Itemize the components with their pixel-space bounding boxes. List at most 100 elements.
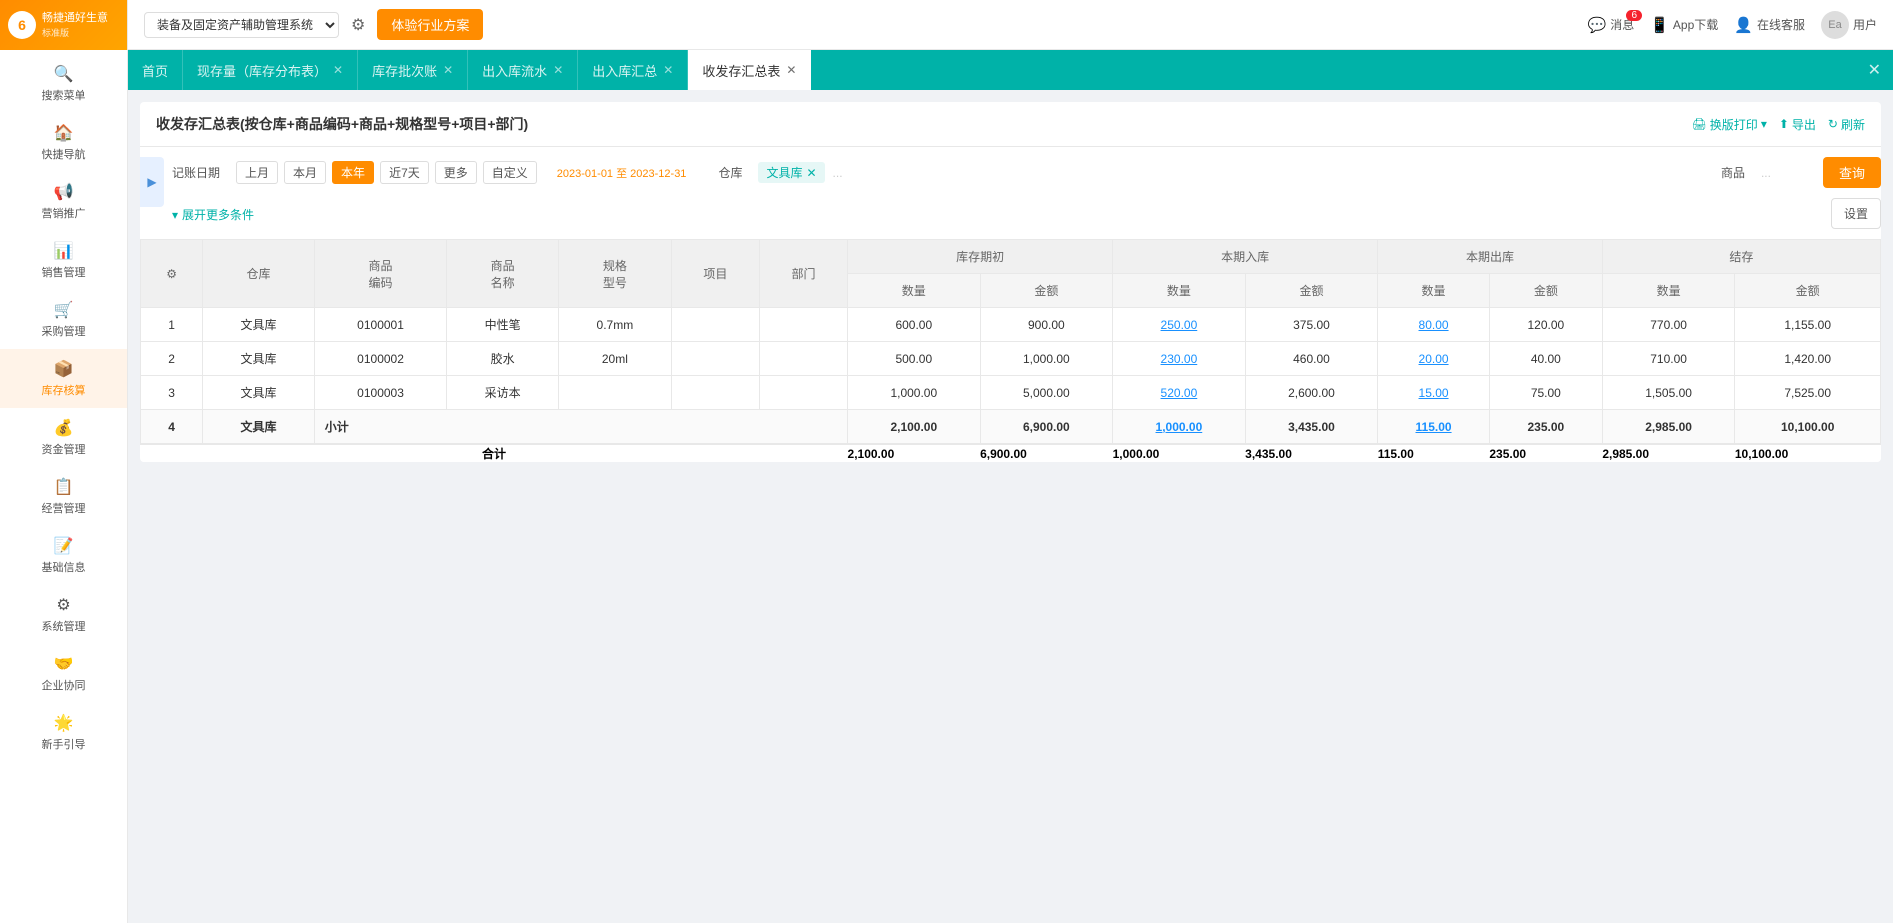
sidebar-item-cooperation[interactable]: 🤝企业协同 — [0, 644, 127, 703]
user-label: 用户 — [1853, 16, 1877, 33]
app-download-btn[interactable]: 📱 App下载 — [1650, 16, 1718, 34]
date-btn-更多[interactable]: 更多 — [435, 161, 477, 184]
tab-close-in-out-flow[interactable]: ✕ — [553, 63, 563, 77]
sidebar-item-finance[interactable]: 💰资金管理 — [0, 408, 127, 467]
cell-out-amt: 75.00 — [1489, 376, 1602, 410]
operations-icon: 📋 — [54, 477, 74, 497]
filter-container: ▶ 记账日期 上月本月本年近7天更多自定义 2023-01-01 至 2023-… — [140, 147, 1881, 239]
sidebar-item-purchase[interactable]: 🛒采购管理 — [0, 290, 127, 349]
cell-out-amt: 40.00 — [1489, 342, 1602, 376]
cell-close-amt: 1,420.00 — [1735, 342, 1881, 376]
settings-button[interactable]: 设置 — [1831, 198, 1881, 229]
col-outbound-header: 本期出库 — [1378, 240, 1603, 274]
col-out-qty-header: 数量 — [1378, 274, 1490, 308]
cell-close-amt: 7,525.00 — [1735, 376, 1881, 410]
query-button[interactable]: 查询 — [1823, 157, 1881, 188]
tab-close-recv-send-summary[interactable]: ✕ — [786, 63, 796, 77]
date-btn-本年[interactable]: 本年 — [332, 161, 374, 184]
cell-open-qty: 500.00 — [848, 342, 981, 376]
cell-dept — [759, 308, 847, 342]
col-close-qty-header: 数量 — [1602, 274, 1735, 308]
cell-goods-code: 0100001 — [314, 308, 447, 342]
date-btn-自定义[interactable]: 自定义 — [483, 161, 537, 184]
warehouse-tag-close[interactable]: ✕ — [806, 166, 816, 180]
sidebar-item-sales[interactable]: 📊销售管理 — [0, 231, 127, 290]
filter-row-1: 记账日期 上月本月本年近7天更多自定义 2023-01-01 至 2023-12… — [172, 157, 1881, 188]
user-menu[interactable]: Ea 用户 — [1821, 11, 1877, 39]
cell-warehouse: 文具库 — [203, 376, 315, 410]
cell-goods-name: 中性笔 — [447, 308, 559, 342]
cell-goods-code: 0100003 — [314, 376, 447, 410]
export-button[interactable]: ⬆ 导出 — [1779, 116, 1816, 133]
date-btn-上月[interactable]: 上月 — [236, 161, 278, 184]
chevron-down-icon: ▾ — [1761, 117, 1767, 131]
sidebar-item-quick-nav[interactable]: 🏠快捷导航 — [0, 113, 127, 172]
date-btn-本月[interactable]: 本月 — [284, 161, 326, 184]
sidebar-logo: 6 畅捷通好生意 标准版 — [0, 0, 127, 50]
tab-inventory-dist[interactable]: 现存量（库存分布表）✕ — [183, 50, 358, 90]
refresh-icon: ↻ — [1828, 117, 1838, 131]
col-settings-header[interactable]: ⚙ — [141, 240, 203, 308]
trial-button[interactable]: 体验行业方案 — [377, 9, 483, 40]
col-goods-code-header: 商品编码 — [314, 240, 447, 308]
warehouse-tag[interactable]: 文具库 ✕ — [758, 162, 824, 183]
col-in-amt-header: 金额 — [1245, 274, 1378, 308]
marketing-icon: 📢 — [54, 182, 74, 202]
cell-out-qty[interactable]: 15.00 — [1378, 376, 1490, 410]
topbar-right: 💬 消息 6 📱 App下载 👤 在线客服 Ea 用户 — [1588, 11, 1877, 39]
print-icon: 🖨 — [1692, 117, 1707, 131]
goods-more-btn[interactable]: ... — [1761, 166, 1771, 180]
tab-close-inventory-dist[interactable]: ✕ — [333, 63, 343, 77]
main-content: 装备及固定资产辅助管理系统 ⚙ 体验行业方案 💬 消息 6 📱 App下载 👤 … — [128, 0, 1893, 923]
refresh-button[interactable]: ↻ 刷新 — [1828, 116, 1865, 133]
filter-toggle-btn[interactable]: ▶ — [140, 157, 164, 207]
tab-in-out-flow[interactable]: 出入库流水✕ — [468, 50, 578, 90]
sidebar-item-marketing[interactable]: 📢营销推广 — [0, 172, 127, 231]
cell-out-qty[interactable]: 80.00 — [1378, 308, 1490, 342]
tab-recv-send-summary[interactable]: 收发存汇总表✕ — [688, 50, 811, 90]
tab-label-batch-ledger: 库存批次账 — [372, 61, 437, 80]
sales-icon: 📊 — [54, 241, 74, 261]
online-service-btn[interactable]: 👤 在线客服 — [1734, 16, 1805, 34]
tab-in-out-summary[interactable]: 出入库汇总✕ — [578, 50, 688, 90]
system-selector[interactable]: 装备及固定资产辅助管理系统 — [144, 12, 339, 38]
date-btn-近7天[interactable]: 近7天 — [380, 161, 429, 184]
col-closing-header: 结存 — [1602, 240, 1880, 274]
print-button[interactable]: 🖨 换版打印 ▾ — [1692, 116, 1767, 133]
system-icon: ⚙ — [56, 595, 70, 615]
sidebar-item-inventory[interactable]: 📦库存核算 — [0, 349, 127, 408]
message-icon: 💬 — [1588, 16, 1607, 34]
warehouse-more-btn[interactable]: ... — [833, 166, 843, 180]
settings-icon[interactable]: ⚙ — [351, 15, 365, 35]
col-project-header: 项目 — [671, 240, 759, 308]
sidebar-item-search[interactable]: 🔍搜索菜单 — [0, 54, 127, 113]
filter-section: ▶ 记账日期 上月本月本年近7天更多自定义 2023-01-01 至 2023-… — [140, 147, 1881, 239]
sidebar-item-system[interactable]: ⚙系统管理 — [0, 585, 127, 644]
data-table-container: ⚙ 仓库 商品编码 商品名称 规格型号 项目 部门 库存期初 本期入库 本期出库… — [140, 239, 1881, 462]
cell-out-qty[interactable]: 20.00 — [1378, 342, 1490, 376]
tab-batch-ledger[interactable]: 库存批次账 ✕ — [358, 50, 468, 90]
data-table: ⚙ 仓库 商品编码 商品名称 规格型号 项目 部门 库存期初 本期入库 本期出库… — [140, 239, 1881, 462]
expand-conditions-btn[interactable]: ▾ 展开更多条件 — [172, 206, 254, 223]
page-actions: 🖨 换版打印 ▾ ⬆ 导出 ↻ 刷新 — [1692, 116, 1865, 133]
quick-nav-icon: 🏠 — [54, 123, 74, 143]
sidebar-item-basics[interactable]: 📝基础信息 — [0, 526, 127, 585]
cell-in-qty[interactable]: 520.00 — [1113, 376, 1246, 410]
cell-in-amt: 2,600.00 — [1245, 376, 1378, 410]
sidebar-item-guide[interactable]: 🌟新手引导 — [0, 703, 127, 762]
cell-out-amt: 120.00 — [1489, 308, 1602, 342]
col-inbound-header: 本期入库 — [1113, 240, 1378, 274]
tab-home[interactable]: 首页 — [128, 50, 183, 90]
tab-close-batch-ledger[interactable]: ✕ — [443, 63, 453, 77]
messages-btn[interactable]: 💬 消息 6 — [1588, 16, 1635, 34]
cell-no: 1 — [141, 308, 203, 342]
tabbar-close-all-btn[interactable]: ✕ — [1856, 60, 1893, 80]
cell-no: 2 — [141, 342, 203, 376]
sidebar-item-operations[interactable]: 📋经营管理 — [0, 467, 127, 526]
cell-in-qty[interactable]: 230.00 — [1113, 342, 1246, 376]
online-service-label: 在线客服 — [1757, 16, 1805, 33]
cell-in-qty[interactable]: 250.00 — [1113, 308, 1246, 342]
tab-close-in-out-summary[interactable]: ✕ — [663, 63, 673, 77]
cell-goods-name: 胶水 — [447, 342, 559, 376]
topbar: 装备及固定资产辅助管理系统 ⚙ 体验行业方案 💬 消息 6 📱 App下载 👤 … — [128, 0, 1893, 50]
